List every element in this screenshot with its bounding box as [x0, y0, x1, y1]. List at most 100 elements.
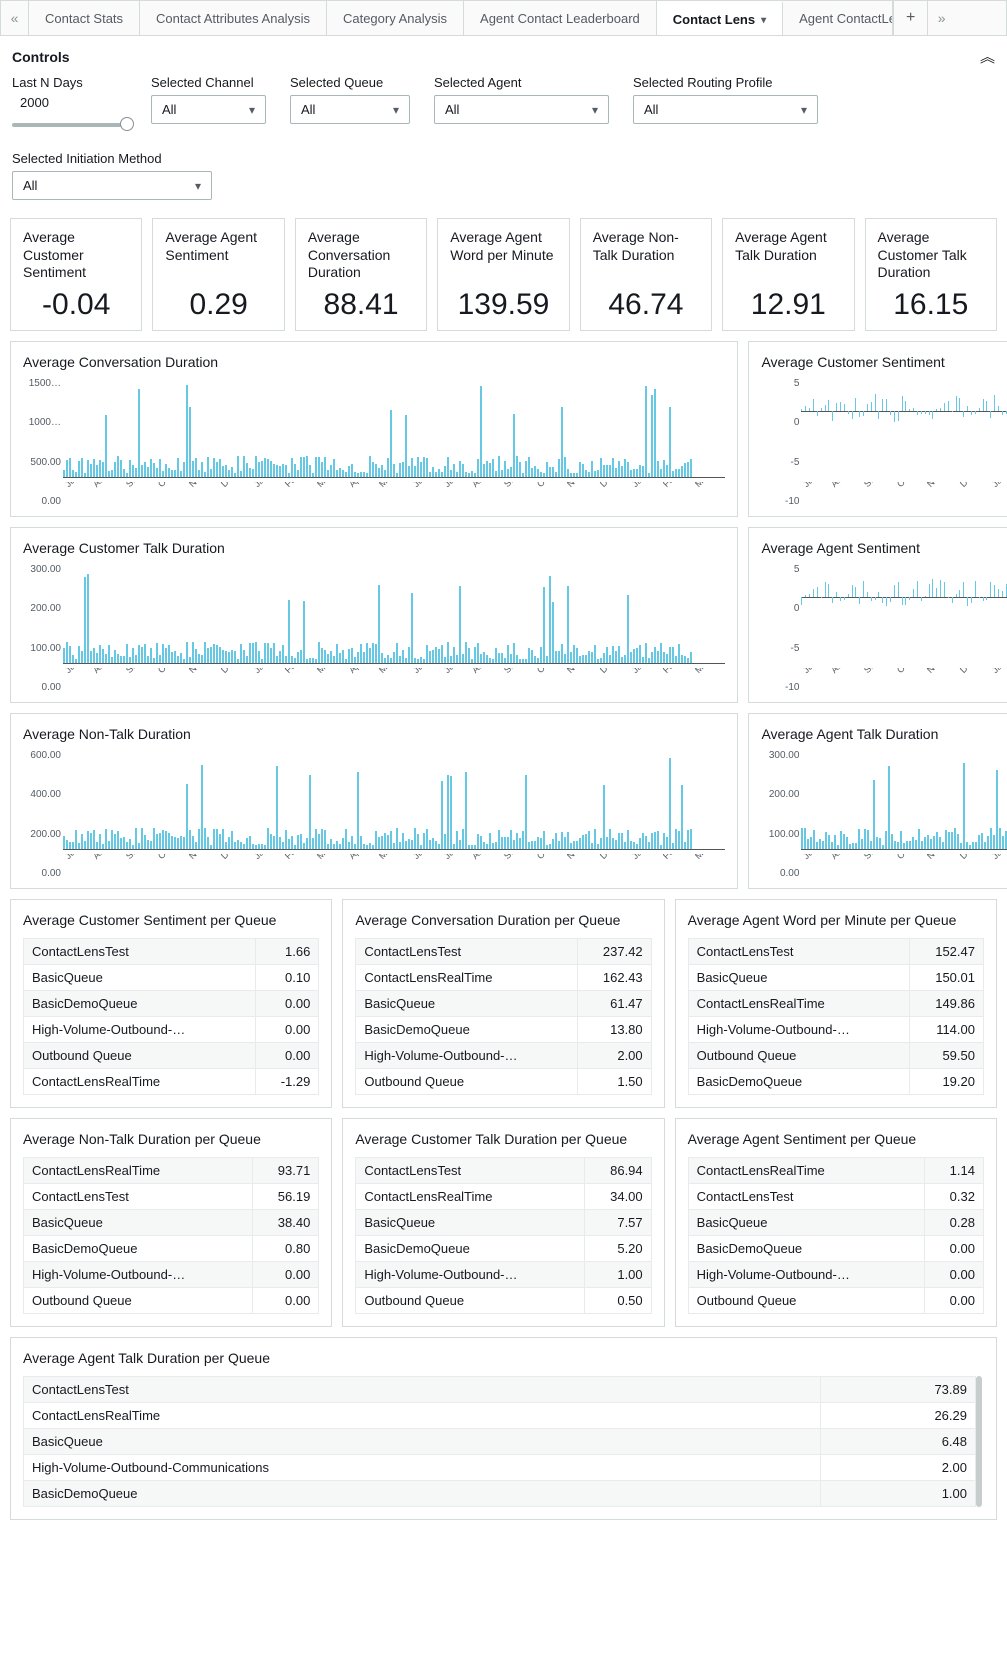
controls-header: Controls ︽	[0, 36, 1007, 69]
chevron-down-icon: ▾	[249, 103, 255, 117]
tab-category-analysis[interactable]: Category Analysis	[327, 1, 464, 35]
kpi-agent-sentiment: Average Agent Sentiment0.29	[152, 218, 284, 331]
table-row[interactable]: BasicDemoQueue0.00	[688, 1235, 983, 1261]
chart-avgCustTalk: Average Customer Talk Duration300.00200.…	[10, 527, 738, 703]
table-title: Average Customer Talk Duration per Queue	[355, 1131, 651, 1147]
tab-contact-lens[interactable]: Contact Lens▾	[657, 1, 783, 35]
table-row[interactable]: ContactLensRealTime-1.29	[24, 1068, 319, 1094]
table-row[interactable]: BasicQueue150.01	[688, 964, 983, 990]
table-title: Average Conversation Duration per Queue	[355, 912, 651, 928]
tab-contact-stats[interactable]: Contact Stats	[29, 1, 140, 35]
controls-title: Controls	[12, 49, 70, 65]
chevron-down-icon: ▾	[801, 103, 807, 117]
chart-row: Average Conversation Duration1500…1000…5…	[0, 341, 1007, 527]
table-row[interactable]: High-Volume-Outbound-…0.00	[688, 1261, 983, 1287]
table-row[interactable]: BasicDemoQueue0.00	[24, 990, 319, 1016]
table-row[interactable]: BasicDemoQueue19.20	[688, 1068, 983, 1094]
queue-select[interactable]: All▾	[290, 95, 410, 124]
table-row[interactable]: BasicQueue0.10	[24, 964, 319, 990]
chevron-down-icon: ▾	[761, 15, 766, 26]
chart-row: Average Non-Talk Duration600.00400.00200…	[0, 713, 1007, 899]
scrollbar[interactable]	[976, 1376, 982, 1507]
table-row[interactable]: High-Volume-Outbound-…1.00	[356, 1261, 651, 1287]
chart-plot[interactable]	[63, 378, 725, 478]
kpi-conv-duration: Average Conversation Duration88.41	[295, 218, 427, 331]
tabs-scroll-right-icon[interactable]: »	[927, 1, 955, 35]
table-row[interactable]: Outbound Queue0.00	[24, 1287, 319, 1313]
ctrl-initiation: Selected Initiation Method All▾	[12, 151, 212, 200]
table-row[interactable]: High-Volume-Outbound-…2.00	[356, 1042, 651, 1068]
table-row[interactable]: ContactLensTest56.19	[24, 1183, 319, 1209]
add-tab-button[interactable]: +	[893, 1, 927, 35]
table-row[interactable]: ContactLensTest237.42	[356, 938, 651, 964]
ctrl-last-n-days: Last N Days 2000	[12, 75, 127, 127]
table-row[interactable]: High-Volume-Outbound-Communications2.00	[24, 1454, 976, 1480]
table-row[interactable]: BasicQueue6.48	[24, 1428, 976, 1454]
table-row[interactable]: ContactLensRealTime34.00	[356, 1183, 651, 1209]
table-row[interactable]: ContactLensRealTime162.43	[356, 964, 651, 990]
table-row[interactable]: ContactLensTest73.89	[24, 1376, 976, 1402]
collapse-controls-icon[interactable]: ︽	[980, 46, 995, 67]
table-card: Average Agent Talk Duration per Queue Con…	[10, 1337, 997, 1520]
chart-plot[interactable]	[801, 750, 1007, 850]
table-row[interactable]: BasicDemoQueue5.20	[356, 1235, 651, 1261]
table-row[interactable]: ContactLensTest152.47	[688, 938, 983, 964]
table-row[interactable]: BasicQueue61.47	[356, 990, 651, 1016]
table-row[interactable]: Outbound Queue1.50	[356, 1068, 651, 1094]
table-row[interactable]: High-Volume-Outbound-…114.00	[688, 1016, 983, 1042]
chart-plot[interactable]	[801, 564, 1007, 664]
chart-title: Average Non-Talk Duration	[23, 726, 725, 742]
kpi-agent-wpm: Average Agent Word per Minute139.59	[437, 218, 569, 331]
ctrl-routing: Selected Routing Profile All▾	[633, 75, 818, 127]
table-row[interactable]: High-Volume-Outbound-…0.00	[24, 1261, 319, 1287]
agent-select[interactable]: All▾	[434, 95, 609, 124]
table-row[interactable]: BasicQueue38.40	[24, 1209, 319, 1235]
tabs-scroll-left-icon[interactable]: «	[1, 1, 29, 35]
table-row[interactable]: ContactLensRealTime26.29	[24, 1402, 976, 1428]
table-row[interactable]: BasicDemoQueue13.80	[356, 1016, 651, 1042]
chevron-down-icon: ▾	[195, 179, 201, 193]
table-row[interactable]: High-Volume-Outbound-…0.00	[24, 1016, 319, 1042]
table-row[interactable]: BasicQueue7.57	[356, 1209, 651, 1235]
kpi-row: Average Customer Sentiment-0.04 Average …	[0, 214, 1007, 341]
table-title: Average Agent Word per Minute per Queue	[688, 912, 984, 928]
tab-agent-leaderboard[interactable]: Agent Contact Leaderboard	[464, 1, 657, 35]
table-row[interactable]: Outbound Queue0.00	[24, 1042, 319, 1068]
table-row[interactable]: ContactLensRealTime93.71	[24, 1157, 319, 1183]
table-row[interactable]: ContactLensTest1.66	[24, 938, 319, 964]
kpi-nontalk: Average Non-Talk Duration46.74	[580, 218, 712, 331]
ctrl-agent: Selected Agent All▾	[434, 75, 609, 127]
chart-avgCustSentiment: Average Customer Sentiment50-5-10Jul 1…A…	[748, 341, 1007, 517]
tab-contact-attributes[interactable]: Contact Attributes Analysis	[140, 1, 327, 35]
table-row[interactable]: Outbound Queue0.00	[688, 1287, 983, 1313]
table-row[interactable]: BasicDemoQueue0.80	[24, 1235, 319, 1261]
chart-plot[interactable]	[801, 378, 1007, 478]
table-row[interactable]: Outbound Queue59.50	[688, 1042, 983, 1068]
table-title: Average Agent Talk Duration per Queue	[23, 1350, 984, 1366]
table-row[interactable]: ContactLensRealTime149.86	[688, 990, 983, 1016]
table-row[interactable]: BasicQueue0.28	[688, 1209, 983, 1235]
chart-title: Average Customer Sentiment	[761, 354, 1007, 370]
table-row[interactable]: ContactLensRealTime1.14	[688, 1157, 983, 1183]
table-row[interactable]: Outbound Queue0.50	[356, 1287, 651, 1313]
routing-profile-select[interactable]: All▾	[633, 95, 818, 124]
table-title: Average Customer Sentiment per Queue	[23, 912, 319, 928]
chart-title: Average Conversation Duration	[23, 354, 725, 370]
table-card: Average Customer Talk Duration per Queue…	[342, 1118, 664, 1327]
chart-row: Average Customer Talk Duration300.00200.…	[0, 527, 1007, 713]
channel-select[interactable]: All▾	[151, 95, 266, 124]
chart-plot[interactable]	[63, 750, 725, 850]
last-n-days-slider[interactable]	[12, 123, 127, 127]
table-row[interactable]: ContactLensTest0.32	[688, 1183, 983, 1209]
chart-avgAgentSentiment: Average Agent Sentiment50-5-10Jul 1…Aug …	[748, 527, 1007, 703]
ctrl-channel: Selected Channel All▾	[151, 75, 266, 127]
last-n-days-value: 2000	[12, 95, 127, 110]
table-row[interactable]: ContactLensTest86.94	[356, 1157, 651, 1183]
tab-agent-contactlens[interactable]: Agent ContactLens I	[783, 1, 893, 35]
chart-title: Average Agent Sentiment	[761, 540, 1007, 556]
chart-plot[interactable]	[63, 564, 725, 664]
table-title: Average Agent Sentiment per Queue	[688, 1131, 984, 1147]
table-row[interactable]: BasicDemoQueue1.00	[24, 1480, 976, 1506]
chart-title: Average Customer Talk Duration	[23, 540, 725, 556]
initiation-method-select[interactable]: All▾	[12, 171, 212, 200]
